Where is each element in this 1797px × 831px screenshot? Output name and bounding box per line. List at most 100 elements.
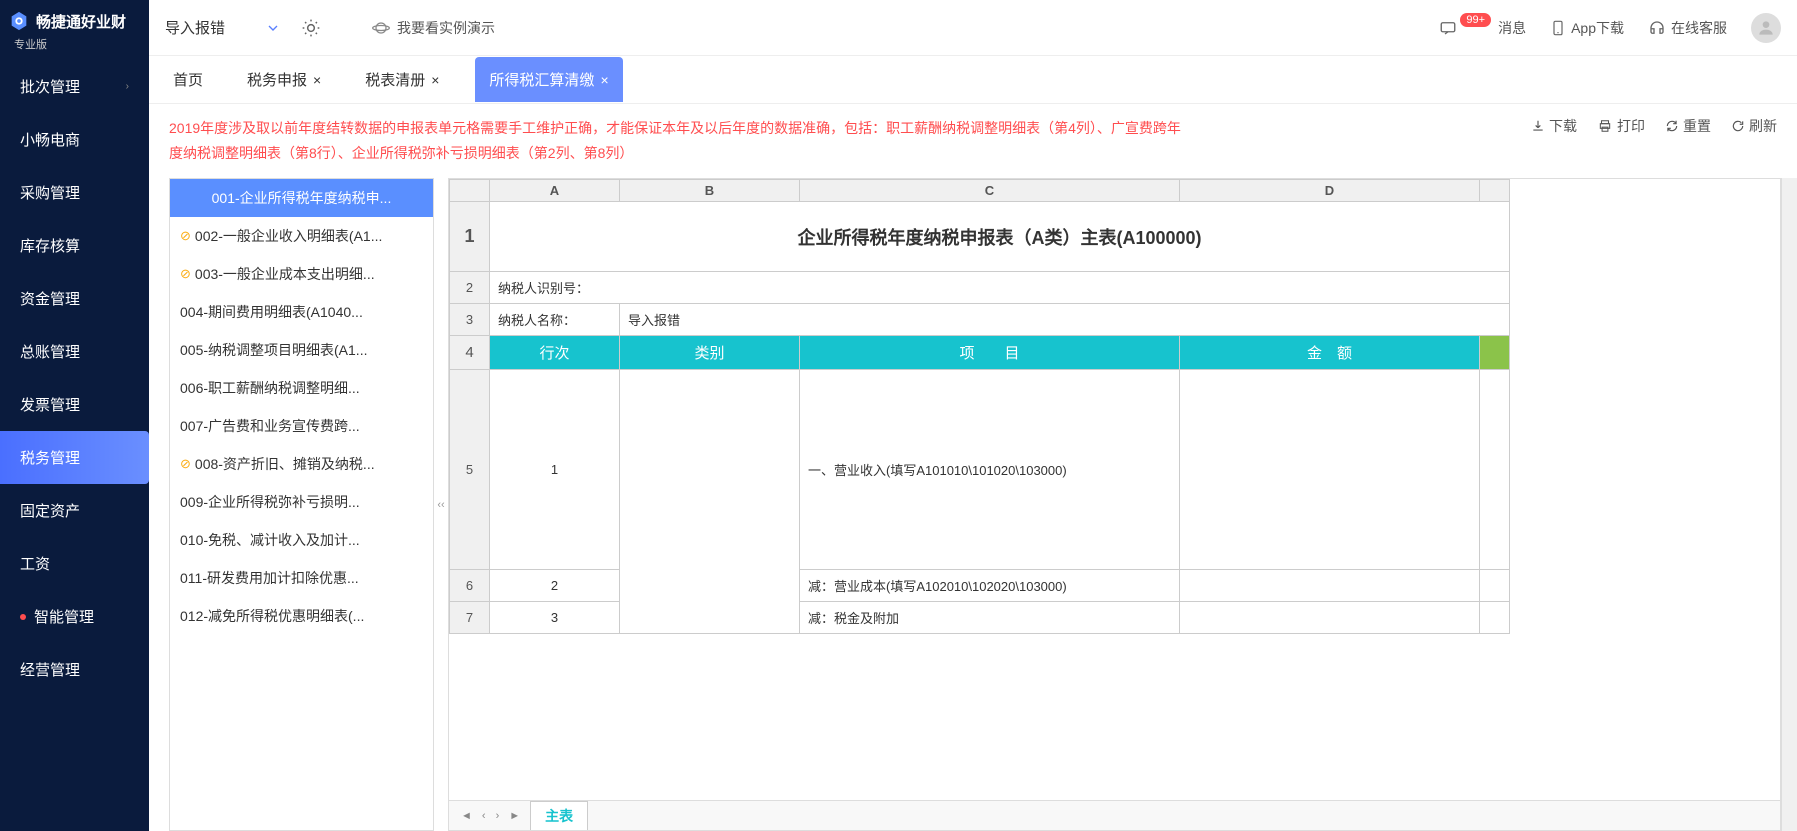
form-item-005[interactable]: 005-纳税调整项目明细表(A1... — [170, 331, 433, 369]
tab-tax-register[interactable]: 税表清册× — [357, 59, 447, 100]
form-item-006[interactable]: 006-职工薪酬纳税调整明细... — [170, 369, 433, 407]
support-button[interactable]: 在线客服 — [1648, 18, 1727, 38]
sidebar-item-tax[interactable]: 税务管理 — [0, 431, 149, 484]
form-item-010[interactable]: 010-免税、减计收入及加计... — [170, 521, 433, 559]
col-header-b[interactable]: B — [620, 180, 800, 202]
close-icon[interactable]: × — [431, 72, 439, 88]
avatar[interactable] — [1751, 13, 1781, 43]
topbar: 导入报错 我要看实例演示 99+ 消息 App下载 — [149, 0, 1797, 56]
header-item: 项 目 — [800, 336, 1180, 370]
sidebar-item-inventory[interactable]: 库存核算 — [0, 219, 149, 272]
row-header-3[interactable]: 3 — [450, 304, 490, 336]
warn-icon: ⊘ — [180, 456, 191, 472]
row-header-7[interactable]: 7 — [450, 602, 490, 634]
form-item-002[interactable]: ⊘002-一般企业收入明细表(A1... — [170, 217, 433, 255]
row-header-5[interactable]: 5 — [450, 370, 490, 570]
tabs: 首页 税务申报× 税表清册× 所得税汇算清缴× — [149, 56, 1797, 104]
sidebar-item-batch[interactable]: 批次管理› — [0, 60, 149, 113]
form-item-012[interactable]: 012-减免所得税优惠明细表(... — [170, 597, 433, 635]
sidebar-item-assets[interactable]: 固定资产 — [0, 484, 149, 537]
tab-income-tax[interactable]: 所得税汇算清缴× — [475, 57, 622, 102]
header-amount: 金 额 — [1180, 336, 1480, 370]
row-header-4[interactable]: 4 — [450, 336, 490, 370]
cell-rownum-2[interactable]: 2 — [490, 570, 620, 602]
cell-item-3[interactable]: 减：税金及附加 — [800, 602, 1180, 634]
cell-amount-1[interactable] — [1180, 370, 1480, 570]
logo-subtitle: 专业版 — [0, 36, 149, 52]
app-download-button[interactable]: App下载 — [1550, 18, 1624, 38]
user-icon — [1756, 18, 1776, 38]
sidebar-item-ecommerce[interactable]: 小畅电商 — [0, 113, 149, 166]
taxpayer-id-cell[interactable]: 纳税人识别号： — [490, 272, 1510, 304]
row-header-2[interactable]: 2 — [450, 272, 490, 304]
cell-item-1[interactable]: 一、营业收入(填写A101010\101020\103000) — [800, 370, 1180, 570]
main: 导入报错 我要看实例演示 99+ 消息 App下载 — [149, 0, 1797, 831]
col-header-a[interactable]: A — [490, 180, 620, 202]
cell-rownum-1[interactable]: 1 — [490, 370, 620, 570]
logo-text: 畅捷通好业财 — [36, 11, 126, 32]
sidebar-item-funds[interactable]: 资金管理 — [0, 272, 149, 325]
row-header-6[interactable]: 6 — [450, 570, 490, 602]
col-header-c[interactable]: C — [800, 180, 1180, 202]
form-item-009[interactable]: 009-企业所得税弥补亏损明... — [170, 483, 433, 521]
sidebar-item-invoice[interactable]: 发票管理 — [0, 378, 149, 431]
sidebar-item-ledger[interactable]: 总账管理 — [0, 325, 149, 378]
sidebar-item-intelligent[interactable]: 智能管理 — [0, 590, 149, 643]
mobile-icon — [1550, 19, 1566, 37]
form-item-008[interactable]: ⊘008-资产折旧、摊销及纳税... — [170, 445, 433, 483]
vertical-scrollbar[interactable] — [1781, 178, 1797, 831]
message-icon — [1439, 19, 1457, 37]
notice-bar: 2019年度涉及取以前年度结转数据的申报表单元格需要手工维护正确，才能保证本年及… — [149, 104, 1797, 178]
grid-corner[interactable] — [450, 180, 490, 202]
tab-home[interactable]: 首页 — [165, 59, 211, 100]
print-button[interactable]: 打印 — [1597, 116, 1645, 136]
message-button[interactable]: 99+ 消息 — [1439, 18, 1526, 38]
gear-icon[interactable] — [301, 18, 321, 38]
refresh-button[interactable]: 刷新 — [1731, 116, 1777, 136]
sheet[interactable]: A B C D 1 企业所得税年度纳税申报表（A类）主表(A100000) — [449, 179, 1780, 800]
form-item-003[interactable]: ⊘003-一般企业成本支出明细... — [170, 255, 433, 293]
form-item-007[interactable]: 007-广告费和业务宣传费跨... — [170, 407, 433, 445]
cell-extra-1[interactable] — [1480, 370, 1510, 570]
sheet-nav-first[interactable]: ◄ — [457, 808, 476, 824]
form-item-004[interactable]: 004-期间费用明细表(A1040... — [170, 293, 433, 331]
sidebar-item-salary[interactable]: 工资 — [0, 537, 149, 590]
cell-amount-2[interactable] — [1180, 570, 1480, 602]
sheet-nav-next[interactable]: › — [492, 808, 504, 824]
col-header-d[interactable]: D — [1180, 180, 1480, 202]
sidebar-item-business[interactable]: 经营管理 — [0, 643, 149, 696]
taxpayer-name-label[interactable]: 纳税人名称： — [490, 304, 620, 336]
headset-icon — [1648, 19, 1666, 37]
chevron-down-icon[interactable] — [265, 20, 281, 36]
row-header-1[interactable]: 1 — [450, 202, 490, 272]
cell-amount-3[interactable] — [1180, 602, 1480, 634]
demo-link[interactable]: 我要看实例演示 — [371, 18, 495, 38]
close-icon[interactable]: × — [313, 72, 321, 88]
form-list[interactable]: 001-企业所得税年度纳税申... ⊘002-一般企业收入明细表(A1... ⊘… — [169, 178, 434, 831]
tab-tax-declare[interactable]: 税务申报× — [239, 59, 329, 100]
cell-category[interactable] — [620, 370, 800, 634]
sidebar-item-purchase[interactable]: 采购管理 — [0, 166, 149, 219]
cell-rownum-3[interactable]: 3 — [490, 602, 620, 634]
reset-button[interactable]: 重置 — [1665, 116, 1711, 136]
download-button[interactable]: 下载 — [1531, 116, 1577, 136]
close-icon[interactable]: × — [600, 72, 608, 88]
sidebar: 畅捷通好业财 专业版 批次管理› 小畅电商 采购管理 库存核算 资金管理 总账管… — [0, 0, 149, 831]
form-item-001[interactable]: 001-企业所得税年度纳税申... — [170, 179, 433, 217]
cell-extra-3[interactable] — [1480, 602, 1510, 634]
form-item-011[interactable]: 011-研发费用加计扣除优惠... — [170, 559, 433, 597]
sheet-nav-last[interactable]: ► — [505, 808, 524, 824]
col-header-e[interactable] — [1480, 180, 1510, 202]
sheet-tab-main[interactable]: 主表 — [530, 801, 588, 830]
taxpayer-name-value[interactable]: 导入报错 — [620, 304, 1510, 336]
cell-extra-2[interactable] — [1480, 570, 1510, 602]
refresh-icon — [1731, 119, 1745, 133]
cell-item-2[interactable]: 减：营业成本(填写A102010\102020\103000) — [800, 570, 1180, 602]
spreadsheet-grid: A B C D 1 企业所得税年度纳税申报表（A类）主表(A100000) — [449, 179, 1510, 634]
download-icon — [1531, 119, 1545, 133]
red-dot-icon — [20, 614, 26, 620]
header-category: 类别 — [620, 336, 800, 370]
collapse-handle[interactable]: ‹‹ — [434, 178, 448, 831]
sheet-title[interactable]: 企业所得税年度纳税申报表（A类）主表(A100000) — [490, 202, 1510, 272]
sheet-nav-prev[interactable]: ‹ — [478, 808, 490, 824]
